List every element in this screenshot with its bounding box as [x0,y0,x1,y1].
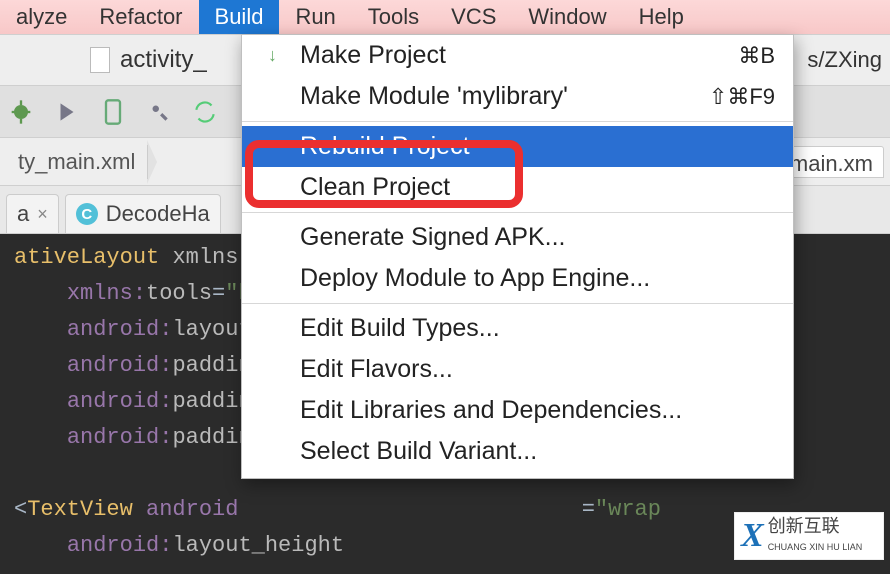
code-attr: height [265,533,344,558]
tab-2-label: DecodeHa [106,201,210,227]
nav-file-label[interactable]: activity_ [120,46,207,74]
code-str: "wrap [595,497,661,522]
menu-deploy-app-engine[interactable]: Deploy Module to App Engine... [242,258,793,299]
menu-make-project[interactable]: ↓ Make Project ⌘B [242,35,793,76]
menu-item-label: Rebuild Project [300,132,470,161]
code-lt: < [14,497,27,522]
menu-analyze[interactable]: alyze [0,0,83,34]
menu-separator [242,121,793,122]
sync-icon[interactable] [190,97,220,127]
build-menu-dropdown: ↓ Make Project ⌘B Make Module 'mylibrary… [241,34,794,479]
menu-window[interactable]: Window [512,0,622,34]
code-attr: xmlns [172,245,238,270]
code-eq: = [582,497,595,522]
menu-tools[interactable]: Tools [352,0,435,34]
watermark-line2: CHUANG XIN HU LIAN [768,542,863,552]
device-icon[interactable] [98,97,128,127]
code-tag: ativeLayout [14,245,159,270]
menu-bar: alyze Refactor Build Run Tools VCS Windo… [0,0,890,34]
nav-right-label: s/ZXing [807,47,882,73]
menu-item-label: Make Module 'mylibrary' [300,82,568,111]
debug-icon[interactable] [6,97,36,127]
menu-edit-flavors[interactable]: Edit Flavors... [242,349,793,390]
menu-refactor[interactable]: Refactor [83,0,198,34]
menu-edit-libraries[interactable]: Edit Libraries and Dependencies... [242,390,793,431]
code-attr: layout_ [172,533,264,558]
menu-select-build-variant[interactable]: Select Build Variant... [242,431,793,472]
menu-make-module[interactable]: Make Module 'mylibrary' ⇧⌘F9 [242,76,793,117]
menu-rebuild-project[interactable]: Rebuild Project [242,126,793,167]
file-icon [90,47,110,73]
code-eq: = [212,281,225,306]
code-ns: android: [67,317,173,342]
menu-generate-signed-apk[interactable]: Generate Signed APK... [242,217,793,258]
menu-build[interactable]: Build [199,0,280,34]
menu-item-label: Make Project [300,41,446,70]
menu-item-label: Edit Libraries and Dependencies... [300,396,682,425]
menu-item-label: Edit Build Types... [300,314,500,343]
run-icon[interactable] [52,97,82,127]
code-ns: xmlns: [67,281,146,306]
tab-close-icon[interactable]: × [37,204,48,225]
code-ns: android: [67,353,173,378]
menu-shortcut: ⌘B [738,43,775,69]
code-ns: android: [67,533,173,558]
tab-1[interactable]: a × [6,194,59,233]
breadcrumb-chip[interactable]: ty_main.xml [6,145,148,179]
code-tag: TextView [27,497,133,522]
menu-edit-build-types[interactable]: Edit Build Types... [242,308,793,349]
menu-clean-project[interactable]: Clean Project [242,167,793,208]
code-attr: tools [146,281,212,306]
menu-help[interactable]: Help [623,0,700,34]
menu-item-label: Deploy Module to App Engine... [300,264,650,293]
menu-item-label: Generate Signed APK... [300,223,565,252]
menu-run[interactable]: Run [279,0,351,34]
code-eq [344,533,357,558]
menu-item-label: Clean Project [300,173,450,202]
watermark-text: 创新互联 CHUANG XIN HU LIAN [768,517,863,556]
make-icon: ↓ [268,45,298,66]
settings-icon[interactable] [144,97,174,127]
watermark-logo-icon: X [741,517,764,555]
menu-shortcut: ⇧⌘F9 [709,84,775,110]
menu-separator [242,303,793,304]
menu-item-label: Edit Flavors... [300,355,453,384]
code-ns: android: [67,425,173,450]
code-ns: android [146,497,238,522]
class-icon: C [76,203,98,225]
menu-item-label: Select Build Variant... [300,437,537,466]
menu-separator [242,212,793,213]
watermark-line1: 创新互联 [768,516,840,536]
watermark: X 创新互联 CHUANG XIN HU LIAN [734,512,884,560]
menu-vcs[interactable]: VCS [435,0,512,34]
code-ns: android: [67,389,173,414]
tab-decodeha[interactable]: C DecodeHa [65,194,221,233]
tab-1-suffix: a [17,201,29,227]
